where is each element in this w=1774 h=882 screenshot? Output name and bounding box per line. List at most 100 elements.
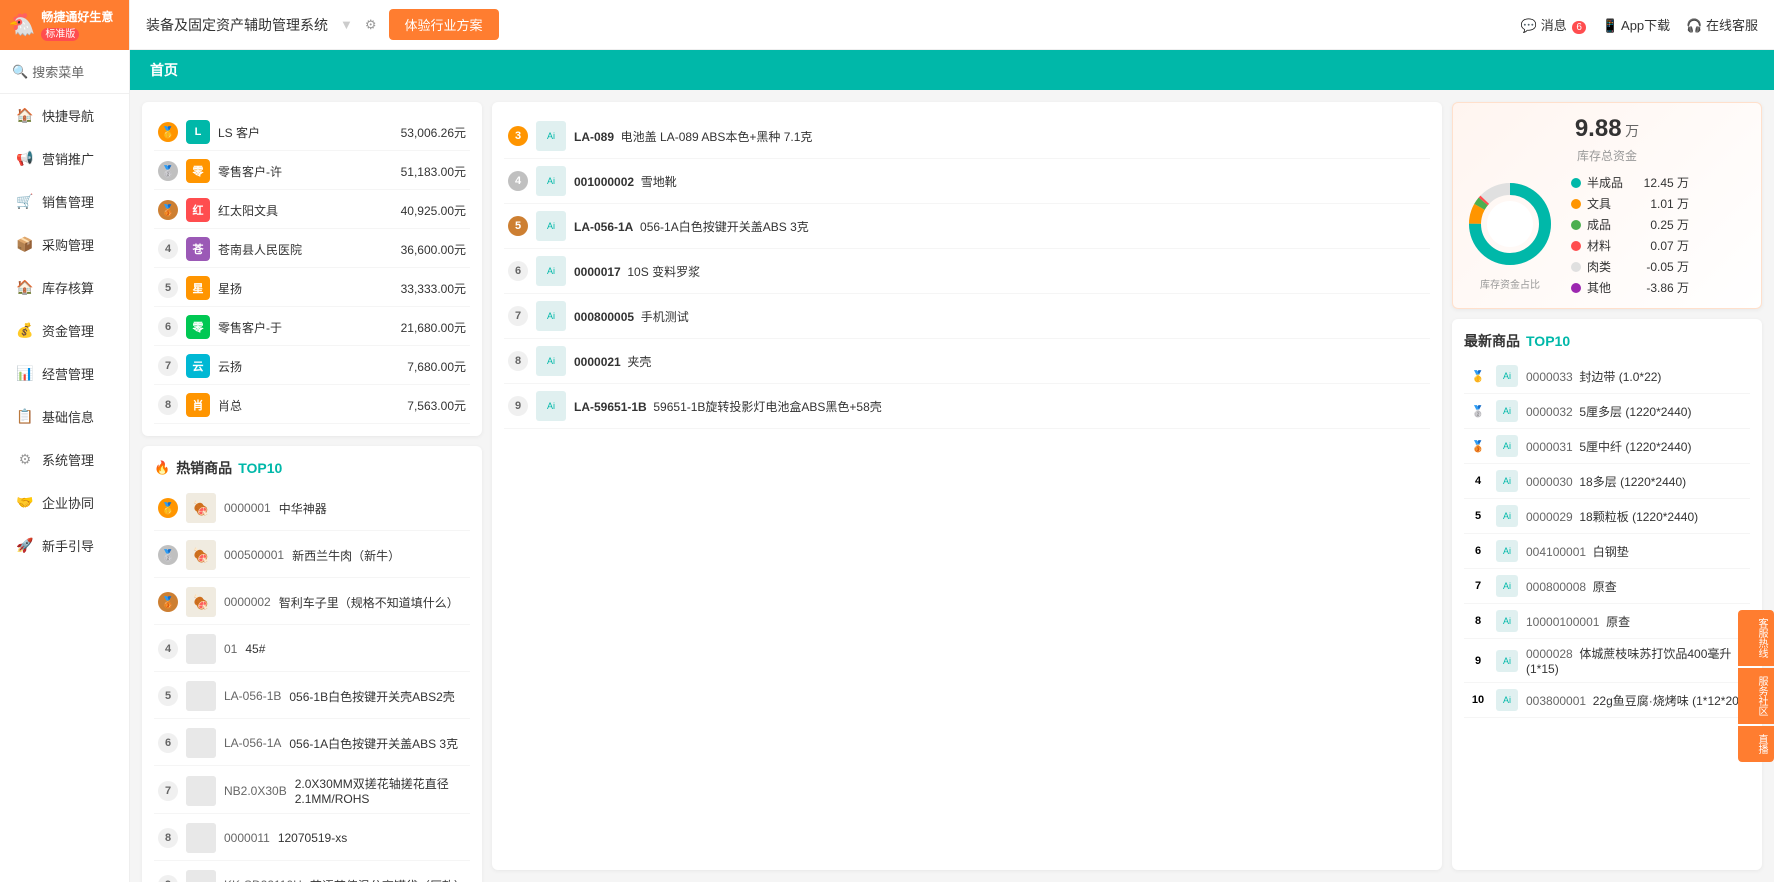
mid-rank-5: 8 — [508, 351, 528, 371]
rank-num-0: 🥇 — [158, 122, 178, 142]
sidebar-logo: 🐔 畅捷通好生意 标准版 — [0, 0, 129, 50]
customer-rank-list: 🥇 L LS 客户 53,006.26元 🥈 零 零售客户-许 51,183.0… — [154, 114, 470, 424]
hot-rank-0: 🥇 — [158, 498, 178, 518]
hot-product-left-item: 🥉 🍖 0000002 智利车子里（规格不知道填什么） — [154, 580, 470, 625]
search-menu-button[interactable]: 🔍 搜索菜单 — [8, 58, 121, 85]
sidebar-label-quick-nav: 快捷导航 — [42, 106, 94, 125]
sidebar-item-basic[interactable]: 📋基础信息 — [0, 395, 129, 438]
customer-rank-card: 🥇 L LS 客户 53,006.26元 🥈 零 零售客户-许 51,183.0… — [142, 102, 482, 436]
hot-product-left-item: 4 01 45# — [154, 627, 470, 672]
customer-avatar-7: 肖 — [186, 393, 210, 417]
customer-name-0: LS 客户 — [218, 124, 393, 141]
hot-rank-6: 7 — [158, 781, 178, 801]
notifications-link[interactable]: 💬 消息 6 — [1521, 15, 1586, 34]
sidebar-item-marketing[interactable]: 📢营销推广 — [0, 137, 129, 180]
sidebar-label-sales: 销售管理 — [42, 192, 94, 211]
sidebar-item-guide[interactable]: 🚀 新手引导 — [0, 524, 129, 567]
product-code-4: LA-056-1B — [224, 689, 281, 703]
new-product-item-1: 🥈 Ai 0000032 5厘多层 (1220*2440) — [1464, 394, 1750, 429]
mid-name-5: 0000021 夹壳 — [574, 353, 1426, 370]
mid-name-2: LA-056-1A 056-1A白色按键开关盖ABS 3克 — [574, 218, 1426, 235]
customer-rank-item: 🥉 红 红太阳文具 40,925.00元 — [154, 192, 470, 229]
customer-name-7: 肖总 — [218, 397, 399, 414]
product-thumb-6 — [186, 776, 216, 806]
sidebar-logo-badge: 标准版 — [41, 28, 79, 41]
new-rank-3: 4 — [1468, 471, 1488, 491]
sidebar-item-enterprise[interactable]: 🤝企业协同 — [0, 481, 129, 524]
mid-thumb-5: Ai — [536, 346, 566, 376]
product-code-1: 000500001 — [224, 548, 284, 562]
new-product-name-0: 0000033 封边带 (1.0*22) — [1526, 368, 1746, 385]
online-service-link[interactable]: 🎧 在线客服 — [1686, 15, 1758, 34]
sidebar-item-quick-nav[interactable]: 🏠快捷导航 — [0, 94, 129, 137]
mid-name-6: LA-59651-1B 59651-1B旋转投影灯电池盒ABS黑色+58壳 — [574, 398, 1426, 415]
customer-value-1: 51,183.00元 — [401, 163, 466, 180]
online-service-label: 在线客服 — [1706, 18, 1758, 33]
mid-thumb-6: Ai — [536, 391, 566, 421]
legend-item-0: 半成品 12.45 万 — [1571, 174, 1689, 191]
new-product-name-1: 0000032 5厘多层 (1220*2440) — [1526, 403, 1746, 420]
hot-rank-8: 9 — [158, 875, 178, 882]
tab-home[interactable]: 首页 — [130, 50, 198, 90]
search-menu-label: 搜索菜单 — [32, 62, 84, 81]
new-products-title: 最新商品 — [1464, 331, 1520, 351]
product-code-2: 0000002 — [224, 595, 271, 609]
mid-name-4: 000800005 手机测试 — [574, 308, 1426, 325]
product-code-8: KK-SD22110H — [224, 878, 302, 882]
customer-name-3: 苍南县人民医院 — [218, 241, 393, 258]
sidebar-search-area[interactable]: 🔍 搜索菜单 — [0, 50, 129, 94]
customer-name-6: 云扬 — [218, 358, 399, 375]
guide-icon: 🚀 — [16, 537, 34, 555]
new-rank-8: 9 — [1468, 651, 1488, 671]
sidebar-item-operation[interactable]: 📊经营管理 — [0, 352, 129, 395]
middle-products-card: 3 Ai LA-089 电池盖 LA-089 ABS本色+黑种 7.1克 4 A… — [492, 102, 1442, 870]
product-thumb-8 — [186, 870, 216, 882]
sidebar-item-sales[interactable]: 🛒销售管理 — [0, 180, 129, 223]
product-name-0: 中华神器 — [279, 500, 466, 517]
float-btn-0[interactable]: 客服热线 — [1738, 610, 1774, 666]
notifications-icon: 💬 — [1521, 18, 1537, 33]
legend-name-5: 其他 — [1587, 279, 1623, 296]
mid-thumb-0: Ai — [536, 121, 566, 151]
legend-val-4: -0.05 万 — [1629, 258, 1689, 275]
sidebar-item-finance[interactable]: 💰资金管理 — [0, 309, 129, 352]
sidebar-item-purchase[interactable]: 📦采购管理 — [0, 223, 129, 266]
customer-name-4: 星扬 — [218, 280, 393, 297]
hot-products-left-title: 热销商品 — [176, 458, 232, 478]
trial-button[interactable]: 体验行业方案 — [389, 9, 499, 40]
product-code-6: NB2.0X30B — [224, 784, 287, 798]
sidebar-label-guide: 新手引导 — [42, 536, 94, 555]
app-download-link[interactable]: 📱 App下载 — [1602, 15, 1670, 34]
legend-dot-2 — [1571, 220, 1581, 230]
float-btn-1[interactable]: 服务社区 — [1738, 668, 1774, 724]
new-thumb-4: Ai — [1496, 505, 1518, 527]
legend-dot-5 — [1571, 283, 1581, 293]
sidebar-logo-text: 畅捷通好生意 — [41, 10, 113, 26]
rank-num-7: 8 — [158, 395, 178, 415]
hot-rank-7: 8 — [158, 828, 178, 848]
hot-product-left-item: 5 LA-056-1B 056-1B白色按键开关壳ABS2壳 — [154, 674, 470, 719]
legend-name-3: 材料 — [1587, 237, 1623, 254]
customer-avatar-3: 苍 — [186, 237, 210, 261]
hot-rank-1: 🥈 — [158, 545, 178, 565]
phone-icon: 📱 — [1602, 18, 1618, 33]
new-rank-6: 7 — [1468, 576, 1488, 596]
sidebar-label-system: 系统管理 — [42, 450, 94, 469]
product-thumb-7 — [186, 823, 216, 853]
middle-product-item: 3 Ai LA-089 电池盖 LA-089 ABS本色+黑种 7.1克 — [504, 114, 1430, 159]
customer-rank-item: 7 云 云扬 7,680.00元 — [154, 348, 470, 385]
new-product-item-4: 5 Ai 0000029 18颗粒板 (1220*2440) — [1464, 499, 1750, 534]
mid-thumb-1: Ai — [536, 166, 566, 196]
gear-icon[interactable]: ⚙ — [365, 17, 377, 33]
hot-products-left-list: 🥇 🍖 0000001 中华神器 🥈 🍖 000500001 新西兰牛肉（新牛）… — [154, 486, 470, 882]
float-btn-2[interactable]: 直播 — [1738, 726, 1774, 762]
hot-products-left-top10: TOP10 — [238, 460, 282, 476]
sidebar-item-system[interactable]: ⚙系统管理 — [0, 438, 129, 481]
inventory-donut-chart: 库存资金占比 — [1465, 179, 1555, 291]
inventory-title: 库存总资金 — [1465, 147, 1749, 164]
sidebar-label-finance: 资金管理 — [42, 321, 94, 340]
mid-rank-2: 5 — [508, 216, 528, 236]
sidebar-item-inventory[interactable]: 🏠库存核算 — [0, 266, 129, 309]
inventory-card: 9.88 万 库存总资金 — [1452, 102, 1762, 309]
legend-val-3: 0.07 万 — [1629, 237, 1689, 254]
